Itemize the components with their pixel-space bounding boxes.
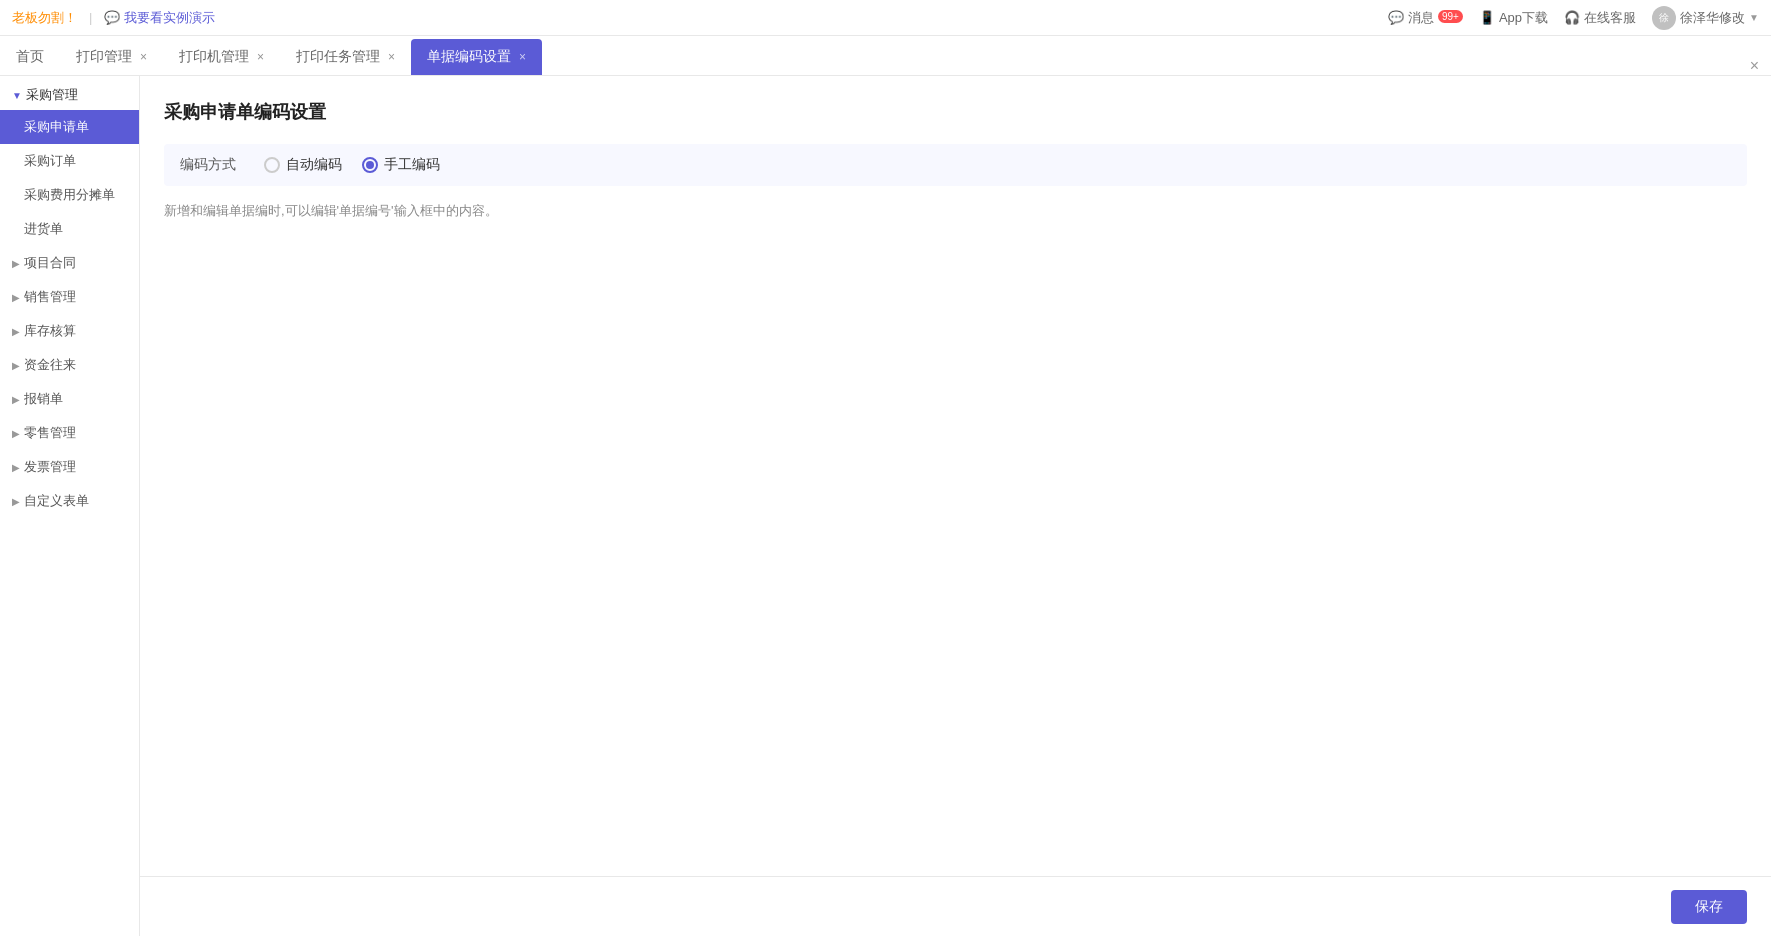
main-layout: ▼ 采购管理 采购申请单 采购订单 采购费用分摊单 进货单 ▶ 项目合同 ▶ 销… xyxy=(0,76,1771,936)
sidebar-group-invoice[interactable]: ▶ 发票管理 xyxy=(0,450,139,484)
tab-barcode-setting[interactable]: 单据编码设置 × xyxy=(411,39,542,75)
save-button[interactable]: 保存 xyxy=(1671,890,1747,924)
sidebar-group-purchase[interactable]: ▼ 采购管理 xyxy=(0,76,139,110)
sidebar-group-funds[interactable]: ▶ 资金往来 xyxy=(0,348,139,382)
chevron-right-icon: ▶ xyxy=(12,326,20,337)
sidebar-group-sales[interactable]: ▶ 销售管理 xyxy=(0,280,139,314)
sidebar-group-project-contract[interactable]: ▶ 项目合同 xyxy=(0,246,139,280)
sidebar-item-purchase-order[interactable]: 采购订单 xyxy=(0,144,139,178)
sidebar-group-retail[interactable]: ▶ 零售管理 xyxy=(0,416,139,450)
tab-printer-mgmt-close[interactable]: × xyxy=(257,50,264,64)
content-body: 采购申请单编码设置 编码方式 自动编码 手工编码 新增和编辑单据编时,可以编辑'… xyxy=(140,76,1771,876)
chevron-right-icon: ▶ xyxy=(12,394,20,405)
tab-print-task-label: 打印任务管理 xyxy=(296,48,380,66)
sidebar-group-purchase-label: 采购管理 xyxy=(26,86,78,104)
tab-home-label: 首页 xyxy=(16,48,44,66)
radio-manual-encoding[interactable]: 手工编码 xyxy=(362,156,440,174)
encoding-row: 编码方式 自动编码 手工编码 xyxy=(164,144,1747,186)
sidebar-item-receipt-label: 进货单 xyxy=(24,221,63,236)
radio-manual-label: 手工编码 xyxy=(384,156,440,174)
top-bar: 老板勿割！ | 💬 我要看实例演示 💬 消息 99+ 📱 App下载 🎧 在线客… xyxy=(0,0,1771,36)
sidebar: ▼ 采购管理 采购申请单 采购订单 采购费用分摊单 进货单 ▶ 项目合同 ▶ 销… xyxy=(0,76,140,936)
radio-group-encoding: 自动编码 手工编码 xyxy=(264,156,440,174)
app-download-button[interactable]: 📱 App下载 xyxy=(1479,9,1548,27)
hint-text: 新增和编辑单据编时,可以编辑'单据编号'输入框中的内容。 xyxy=(164,202,1747,220)
message-button[interactable]: 💬 消息 99+ xyxy=(1388,9,1463,27)
announcement-divider: | xyxy=(89,10,92,25)
tab-printer-mgmt[interactable]: 打印机管理 × xyxy=(163,39,280,75)
close-panel-icon[interactable]: × xyxy=(1750,57,1759,75)
page-title: 采购申请单编码设置 xyxy=(164,100,1747,124)
message-badge: 99+ xyxy=(1438,10,1463,23)
chevron-right-icon: ▶ xyxy=(12,360,20,371)
sidebar-item-purchase-expense-label: 采购费用分摊单 xyxy=(24,187,115,202)
demo-link[interactable]: 💬 我要看实例演示 xyxy=(104,9,215,27)
sidebar-group-custom-form[interactable]: ▶ 自定义表单 xyxy=(0,484,139,518)
chevron-right-icon: ▶ xyxy=(12,258,20,269)
sidebar-group-sales-label: 销售管理 xyxy=(24,288,76,306)
tab-home[interactable]: 首页 xyxy=(0,39,60,75)
radio-auto-circle xyxy=(264,157,280,173)
content-area: 采购申请单编码设置 编码方式 自动编码 手工编码 新增和编辑单据编时,可以编辑'… xyxy=(140,76,1771,936)
tab-barcode-setting-close[interactable]: × xyxy=(519,50,526,64)
online-service-button[interactable]: 🎧 在线客服 xyxy=(1564,9,1636,27)
chevron-right-icon: ▶ xyxy=(12,462,20,473)
sidebar-item-purchase-request-label: 采购申请单 xyxy=(24,119,89,134)
radio-auto-label: 自动编码 xyxy=(286,156,342,174)
sidebar-group-project-contract-label: 项目合同 xyxy=(24,254,76,272)
chevron-down-icon: ▼ xyxy=(1749,12,1759,23)
sidebar-item-purchase-request[interactable]: 采购申请单 xyxy=(0,110,139,144)
chevron-right-icon: ▶ xyxy=(12,292,20,303)
sidebar-group-inventory-label: 库存核算 xyxy=(24,322,76,340)
sidebar-group-retail-label: 零售管理 xyxy=(24,424,76,442)
radio-manual-circle xyxy=(362,157,378,173)
tab-print-mgmt-label: 打印管理 xyxy=(76,48,132,66)
message-icon: 💬 xyxy=(1388,10,1404,25)
sidebar-group-return-label: 报销单 xyxy=(24,390,63,408)
sidebar-group-inventory[interactable]: ▶ 库存核算 xyxy=(0,314,139,348)
chevron-right-icon: ▶ xyxy=(12,496,20,507)
sidebar-group-invoice-label: 发票管理 xyxy=(24,458,76,476)
tab-print-mgmt-close[interactable]: × xyxy=(140,50,147,64)
sidebar-group-return[interactable]: ▶ 报销单 xyxy=(0,382,139,416)
sidebar-item-receipt[interactable]: 进货单 xyxy=(0,212,139,246)
announcement-text: 老板勿割！ xyxy=(12,9,77,27)
tab-printer-mgmt-label: 打印机管理 xyxy=(179,48,249,66)
tab-barcode-setting-label: 单据编码设置 xyxy=(427,48,511,66)
content-footer: 保存 xyxy=(140,876,1771,936)
sidebar-item-purchase-order-label: 采购订单 xyxy=(24,153,76,168)
tab-print-task[interactable]: 打印任务管理 × xyxy=(280,39,411,75)
chevron-right-icon: ▶ xyxy=(12,428,20,439)
radio-auto-encoding[interactable]: 自动编码 xyxy=(264,156,342,174)
encoding-label: 编码方式 xyxy=(180,156,240,174)
sidebar-group-funds-label: 资金往来 xyxy=(24,356,76,374)
headset-icon: 🎧 xyxy=(1564,10,1580,25)
sidebar-item-purchase-expense[interactable]: 采购费用分摊单 xyxy=(0,178,139,212)
user-menu[interactable]: 徐 徐泽华修改 ▼ xyxy=(1652,6,1759,30)
tab-bar: 首页 打印管理 × 打印机管理 × 打印任务管理 × 单据编码设置 × × xyxy=(0,36,1771,76)
tab-print-mgmt[interactable]: 打印管理 × xyxy=(60,39,163,75)
app-icon: 📱 xyxy=(1479,10,1495,25)
demo-icon: 💬 xyxy=(104,10,120,25)
sidebar-group-custom-form-label: 自定义表单 xyxy=(24,492,89,510)
top-bar-right: 💬 消息 99+ 📱 App下载 🎧 在线客服 徐 徐泽华修改 ▼ xyxy=(1388,6,1759,30)
top-bar-left: 老板勿割！ | 💬 我要看实例演示 xyxy=(12,9,215,27)
tab-print-task-close[interactable]: × xyxy=(388,50,395,64)
avatar: 徐 xyxy=(1652,6,1676,30)
chevron-down-icon: ▼ xyxy=(12,90,22,101)
